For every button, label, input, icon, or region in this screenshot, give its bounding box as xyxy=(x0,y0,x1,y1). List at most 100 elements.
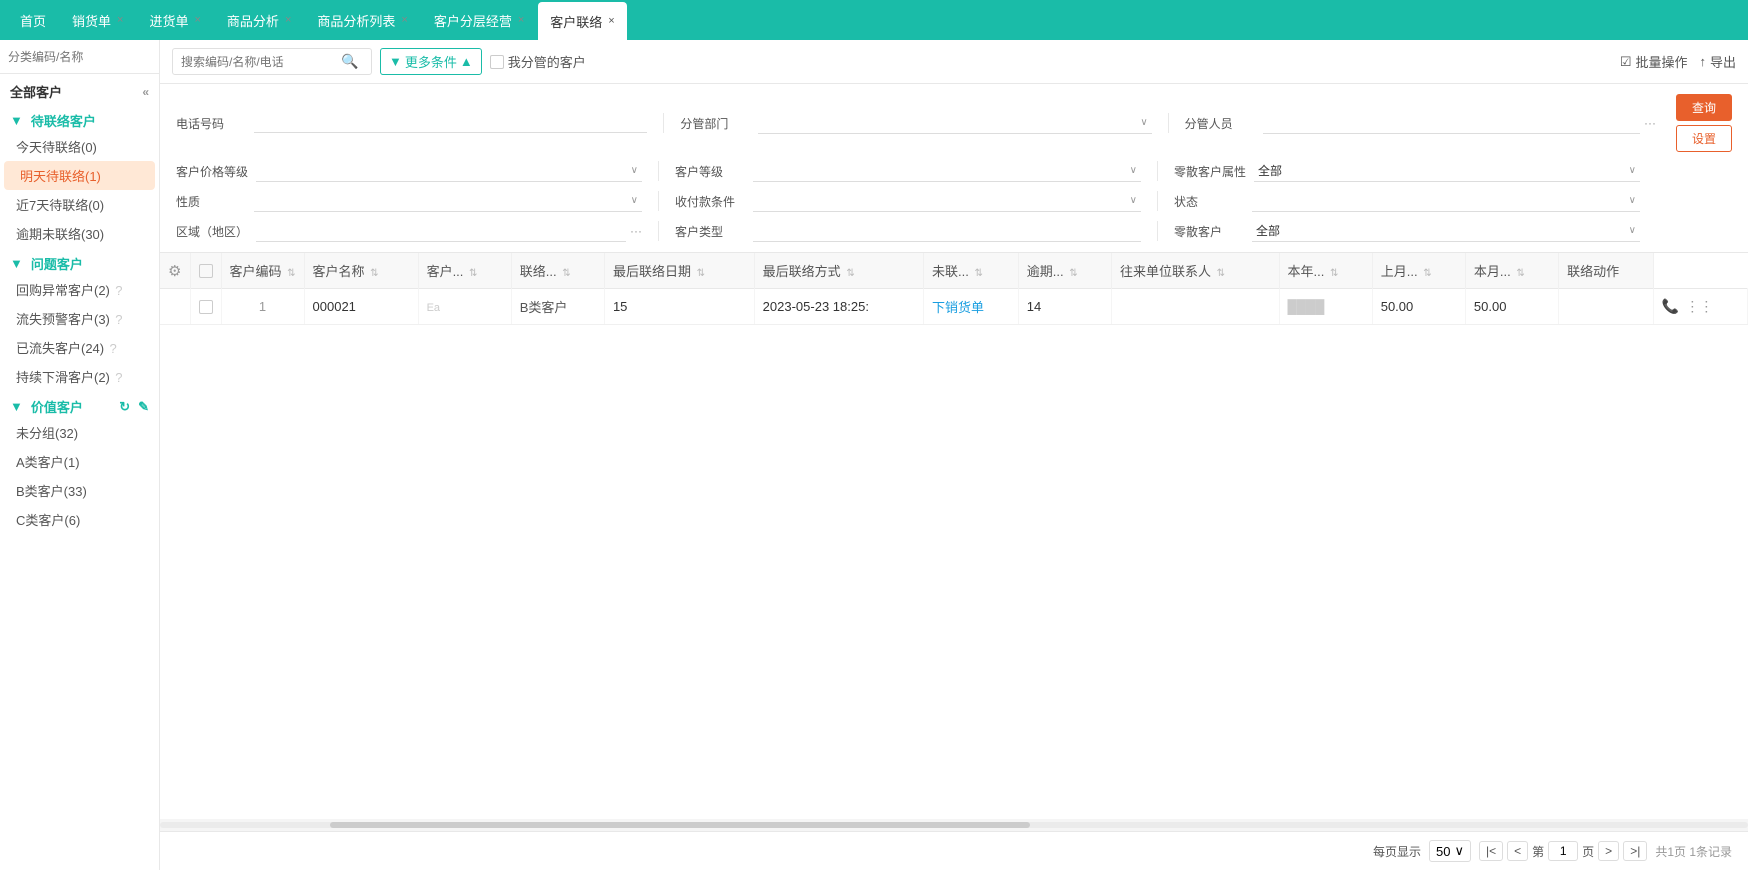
price-level-select[interactable]: ∨ xyxy=(256,160,642,182)
col-contacts[interactable]: 往来单位联系人 ⇅ xyxy=(1111,253,1279,289)
col-contact-count[interactable]: 联络... ⇅ xyxy=(511,253,604,289)
sidebar-item-overdue[interactable]: 逾期未联络(30) xyxy=(0,219,159,248)
page-suffix: 页 xyxy=(1582,843,1594,860)
gear-icon[interactable]: ⚙ xyxy=(168,263,181,280)
col-last-method[interactable]: 最后联络方式 ⇅ xyxy=(754,253,923,289)
sidebar-item-ungrouped[interactable]: 未分组(32) xyxy=(0,418,159,447)
row-settings xyxy=(160,289,190,325)
nav-close-icon[interactable]: × xyxy=(518,14,524,26)
refresh-icon[interactable]: ↻ xyxy=(119,399,130,415)
my-customers-checkbox[interactable] xyxy=(490,55,504,69)
sidebar-item-churn-warning[interactable]: 流失预警客户(3) ? xyxy=(0,304,159,333)
sidebar-collapse-icon[interactable]: « xyxy=(142,85,149,99)
search-input[interactable] xyxy=(181,55,341,69)
sidebar-item-churned[interactable]: 已流失客户(24) ? xyxy=(0,333,159,362)
col-overdue[interactable]: 逾期... ⇅ xyxy=(1018,253,1111,289)
filter-panel: 电话号码 分管部门 ∨ 分管人员 ··· xyxy=(160,84,1748,253)
batch-icon: ☑ xyxy=(1620,54,1632,70)
nav-close-icon[interactable]: × xyxy=(608,15,614,27)
sidebar-item-class-b[interactable]: B类客户(33) xyxy=(0,476,159,505)
more-dots-icon[interactable]: ··· xyxy=(630,224,642,238)
last-method-link[interactable]: 下销货单 xyxy=(932,300,984,315)
contact-action-icon[interactable]: 📞 xyxy=(1662,298,1679,315)
status-label: 状态 xyxy=(1174,193,1244,210)
nav-customer-contact[interactable]: 客户联络 × xyxy=(538,2,626,40)
all-customers-label: 全部客户 xyxy=(10,82,62,101)
col-last-date[interactable]: 最后联络日期 ⇅ xyxy=(604,253,754,289)
col-type[interactable]: 客户... ⇅ xyxy=(418,253,511,289)
filter-manager: 分管人员 ··· xyxy=(1185,112,1656,134)
query-button[interactable]: 查询 xyxy=(1676,94,1732,121)
nav-product-analysis-list[interactable]: 商品分析列表 × xyxy=(305,0,419,40)
col-this-year[interactable]: 本年... ⇅ xyxy=(1279,253,1372,289)
more-action-icon[interactable]: ⋮⋮ xyxy=(1685,298,1713,315)
status-select[interactable]: ∨ xyxy=(1252,190,1640,212)
filter-row-2: 客户价格等级 ∨ 客户等级 ∨ 零散客户属性 xyxy=(176,160,1732,182)
nav-product-analysis[interactable]: 商品分析 × xyxy=(215,0,303,40)
sidebar-item-7days[interactable]: 近7天待联络(0) xyxy=(0,190,159,219)
nav-purchase-order[interactable]: 进货单 × xyxy=(137,0,212,40)
col-this-month[interactable]: 本月... ⇅ xyxy=(1465,253,1558,289)
scrollbar-thumb[interactable] xyxy=(330,822,1030,828)
nav-sales-order[interactable]: 销货单 × xyxy=(60,0,135,40)
nav-close-icon[interactable]: × xyxy=(401,14,407,26)
next-page-btn[interactable]: > xyxy=(1598,841,1619,861)
customer-level-label: 客户等级 xyxy=(675,163,745,180)
sidebar-item-today[interactable]: 今天待联络(0) xyxy=(0,132,159,161)
scrollbar-track[interactable] xyxy=(160,822,1748,828)
col-name[interactable]: 客户名称 ⇅ xyxy=(304,253,418,289)
sidebar: 🔍 全部客户 « ▼ 待联络客户 今天待联络(0) 明天待联络(1) 近7天待联… xyxy=(0,40,160,870)
phone-label: 电话号码 xyxy=(176,115,246,132)
batch-operation-btn[interactable]: ☑ 批量操作 xyxy=(1620,52,1688,71)
sort-icon: ⇅ xyxy=(562,268,570,279)
sidebar-item-class-c[interactable]: C类客户(6) xyxy=(0,505,159,534)
action-buttons: 📞 ⋮⋮ xyxy=(1662,298,1739,315)
per-page-select[interactable]: 50 ∨ xyxy=(1429,840,1471,862)
first-page-btn[interactable]: |< xyxy=(1479,841,1503,861)
nav-close-icon[interactable]: × xyxy=(117,14,123,26)
settings-button[interactable]: 设置 xyxy=(1676,125,1732,152)
manager-select[interactable] xyxy=(1263,112,1640,134)
page-number-input[interactable] xyxy=(1548,841,1578,861)
sidebar-item-tomorrow[interactable]: 明天待联络(1) xyxy=(4,161,155,190)
retail-attr-select[interactable]: 全部 ∨ xyxy=(1254,160,1640,182)
page-nav: |< < 第 页 > >| xyxy=(1479,841,1647,861)
customer-type-select[interactable] xyxy=(753,220,1141,242)
more-dots-icon[interactable]: ··· xyxy=(1644,116,1656,130)
sidebar-item-declining[interactable]: 持续下滑客户(2) ? xyxy=(0,362,159,391)
horizontal-scrollbar[interactable] xyxy=(160,819,1748,831)
search-icon[interactable]: 🔍 xyxy=(341,53,358,70)
collapse-arrow-icon: ▼ xyxy=(10,113,23,128)
col-uncontact[interactable]: 未联... ⇅ xyxy=(923,253,1018,289)
payment-label: 收付款条件 xyxy=(675,193,745,210)
export-btn[interactable]: ↑ 导出 xyxy=(1699,52,1736,71)
toolbar: 🔍 ▼ 更多条件 ▲ 我分管的客户 ☑ 批量操作 ↑ 导出 xyxy=(160,40,1748,84)
sort-icon: ⇅ xyxy=(287,268,295,279)
retail-select[interactable]: 全部 ∨ xyxy=(1252,220,1640,242)
nav-close-icon[interactable]: × xyxy=(194,14,200,26)
sidebar-item-class-a[interactable]: A类客户(1) xyxy=(0,447,159,476)
col-last-month[interactable]: 上月... ⇅ xyxy=(1372,253,1465,289)
nav-customer-layering[interactable]: 客户分层经营 × xyxy=(422,0,536,40)
payment-select[interactable]: ∨ xyxy=(753,190,1141,212)
col-code[interactable]: 客户编码 ⇅ xyxy=(221,253,304,289)
header-checkbox[interactable] xyxy=(199,264,213,278)
filter-divider xyxy=(658,161,659,181)
customer-level-select[interactable]: ∨ xyxy=(753,160,1141,182)
row-select-checkbox[interactable] xyxy=(199,300,213,314)
nature-select[interactable]: ∨ xyxy=(254,190,642,212)
phone-input[interactable] xyxy=(254,114,647,133)
content-area: 🔍 ▼ 更多条件 ▲ 我分管的客户 ☑ 批量操作 ↑ 导出 xyxy=(160,40,1748,870)
my-customers-label: 我分管的客户 xyxy=(508,52,586,71)
prev-page-btn[interactable]: < xyxy=(1507,841,1528,861)
sidebar-search-area: 🔍 xyxy=(0,40,159,74)
sidebar-item-repurchase-abnormal[interactable]: 回购异常客户(2) ? xyxy=(0,275,159,304)
last-page-btn[interactable]: >| xyxy=(1623,841,1647,861)
more-filter-btn[interactable]: ▼ 更多条件 ▲ xyxy=(380,48,482,75)
sidebar-search-input[interactable] xyxy=(8,50,160,64)
region-select[interactable] xyxy=(256,220,626,242)
nav-home[interactable]: 首页 xyxy=(8,0,58,40)
dept-select[interactable]: ∨ xyxy=(758,112,1151,134)
edit-icon[interactable]: ✎ xyxy=(138,399,149,415)
nav-close-icon[interactable]: × xyxy=(285,14,291,26)
